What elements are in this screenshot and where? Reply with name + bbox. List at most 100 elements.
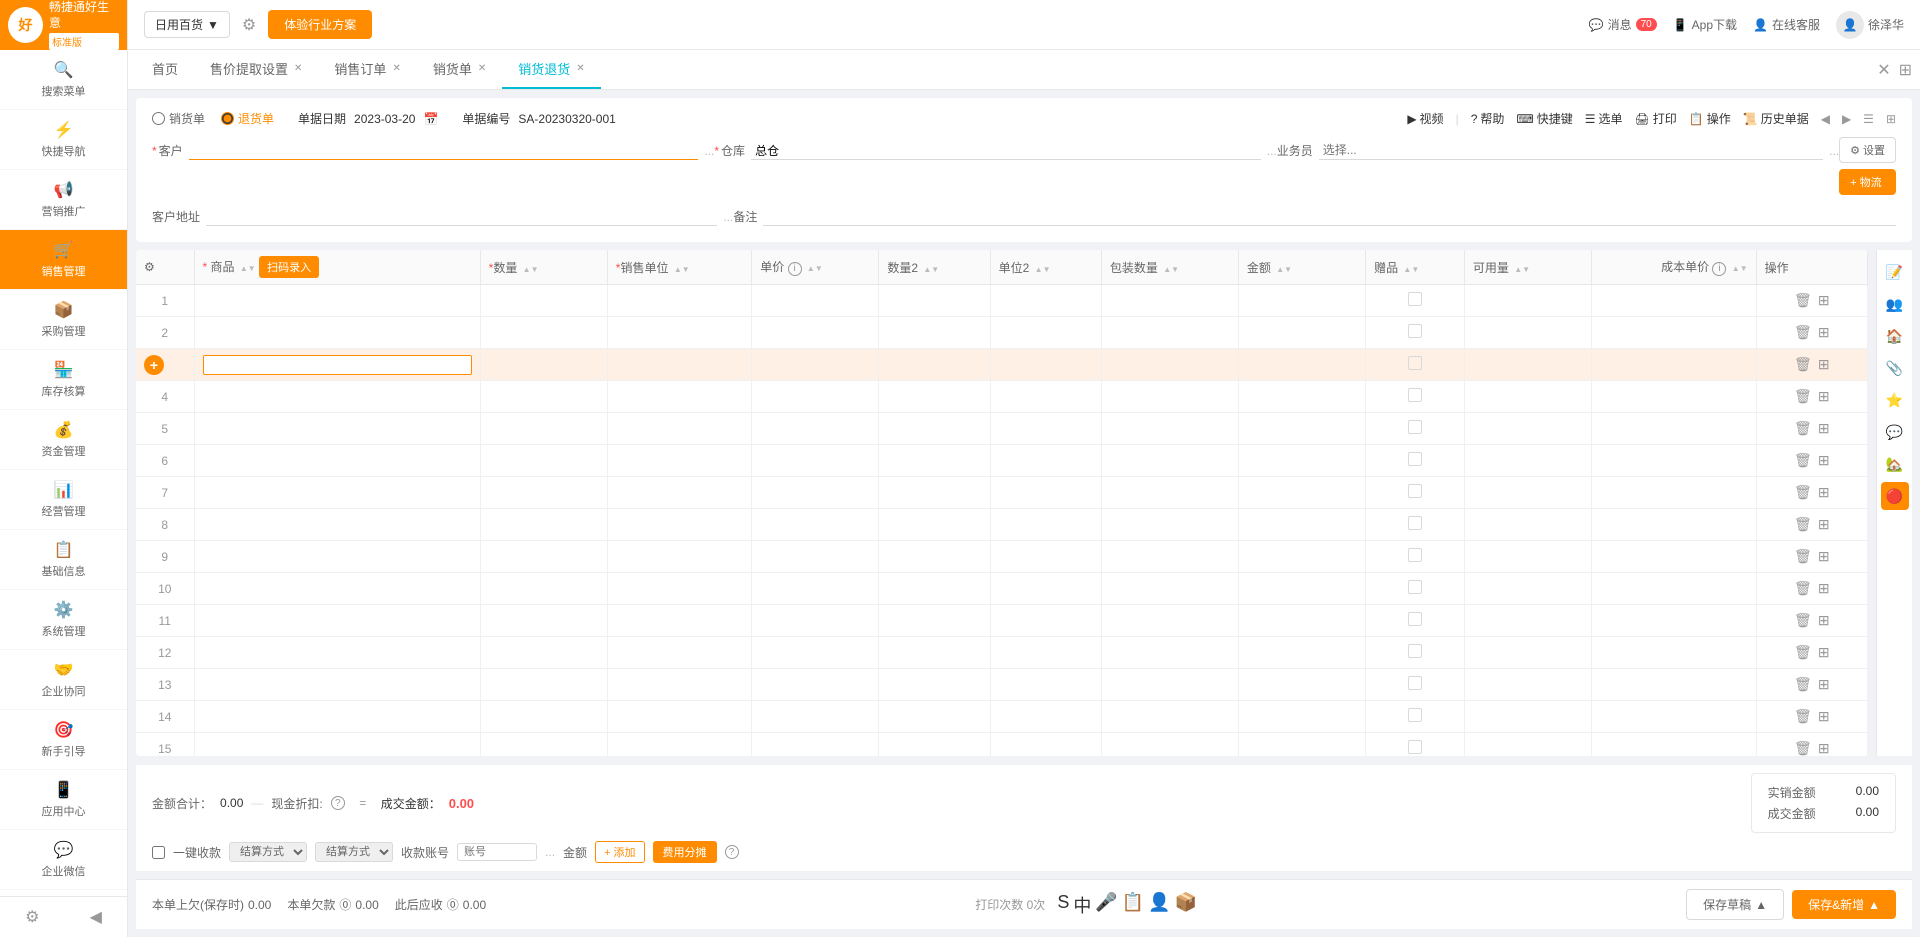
nav-prev-icon[interactable]: ◀	[1821, 112, 1830, 126]
tab-sale-order[interactable]: 销售订单 ✕	[318, 50, 416, 89]
app-download-btn[interactable]: 📱 App下载	[1673, 16, 1737, 33]
calendar-icon[interactable]: 📅	[423, 112, 438, 126]
delete-row-13-btn[interactable]: 🗑	[1794, 676, 1812, 693]
qty-sort-icon[interactable]: ▲▼	[523, 266, 539, 274]
warehouse-input[interactable]	[751, 141, 1261, 160]
bottom-icon-2[interactable]: 中	[1073, 892, 1091, 918]
goods-sort-icon[interactable]: ▲▼	[240, 265, 256, 273]
topbar-gear-icon[interactable]: ⚙	[238, 11, 260, 39]
delete-row-11-btn[interactable]: 🗑	[1794, 612, 1812, 629]
view-list-icon[interactable]: ☰	[1863, 112, 1874, 126]
account-input[interactable]	[457, 843, 537, 861]
unit2-sort-icon[interactable]: ▲▼	[1035, 266, 1051, 274]
staff-picker-btn[interactable]: ...	[1829, 144, 1839, 158]
tab-sale-delivery[interactable]: 销货单 ✕	[417, 50, 502, 89]
tab-expand-btn[interactable]: ⊞	[1899, 60, 1912, 80]
available-sort-icon[interactable]: ▲▼	[1514, 266, 1530, 274]
radio-sale-input[interactable]	[152, 112, 165, 125]
gift-checkbox-1[interactable]	[1408, 292, 1422, 306]
copy-row-12-btn[interactable]: ⊞	[1818, 644, 1830, 661]
gift-checkbox-11[interactable]	[1408, 612, 1422, 626]
bottom-icon-6[interactable]: 📦	[1175, 892, 1197, 918]
settings-btn[interactable]: ⚙ 设置	[1839, 137, 1896, 163]
copy-row-14-btn[interactable]: ⊞	[1818, 708, 1830, 725]
copy-row-8-btn[interactable]: ⊞	[1818, 516, 1830, 533]
draft-dropdown-icon[interactable]: ▲	[1755, 898, 1767, 912]
logistics-btn[interactable]: + 物流	[1839, 169, 1896, 195]
radio-sale[interactable]: 销货单	[152, 110, 205, 127]
settle-method-select[interactable]: 结算方式	[229, 842, 307, 862]
sidebar-item-wechat[interactable]: 💬 企业微信	[0, 830, 127, 890]
sidebar-item-system[interactable]: ⚙️ 系统管理	[0, 590, 127, 650]
message-btn[interactable]: 💬 消息 70	[1589, 16, 1657, 33]
warehouse-picker-btn[interactable]: ...	[1267, 144, 1277, 158]
scan-btn[interactable]: 扫码录入	[259, 256, 319, 278]
copy-row-13-btn[interactable]: ⊞	[1818, 676, 1830, 693]
staff-input[interactable]	[1319, 141, 1823, 160]
packqty-sort-icon[interactable]: ▲▼	[1163, 266, 1179, 274]
sidebar-collapse-btn[interactable]: ◀	[90, 907, 102, 927]
online-service-btn[interactable]: 👤 在线客服	[1753, 16, 1820, 33]
industry-select[interactable]: 日用百货 ▼	[144, 11, 230, 38]
delete-row-2-btn[interactable]: 🗑	[1794, 324, 1812, 341]
sidebar-item-sales[interactable]: 🛒 销售管理	[0, 230, 127, 290]
address-input[interactable]	[206, 207, 717, 226]
gift-checkbox-4[interactable]	[1408, 388, 1422, 402]
bottom-icon-4[interactable]: 📋	[1122, 892, 1144, 918]
right-panel-btn-1[interactable]: 📝	[1881, 258, 1909, 286]
amount-sort-icon[interactable]: ▲▼	[1276, 266, 1292, 274]
delete-row-10-btn[interactable]: 🗑	[1794, 580, 1812, 597]
calc-method-select[interactable]: 结算方式	[315, 842, 393, 862]
gift-checkbox-10[interactable]	[1408, 580, 1422, 594]
toolbar-help[interactable]: ? 帮助	[1471, 110, 1505, 127]
sidebar-item-coop[interactable]: 🤝 企业协同	[0, 650, 127, 710]
copy-row-6-btn[interactable]: ⊞	[1818, 452, 1830, 469]
delete-row-4-btn[interactable]: 🗑	[1794, 388, 1812, 405]
cost-price-info-icon[interactable]: i	[1712, 262, 1726, 276]
right-panel-btn-5[interactable]: ⭐	[1881, 386, 1909, 414]
gift-checkbox-6[interactable]	[1408, 452, 1422, 466]
sidebar-settings-btn[interactable]: ⚙	[25, 907, 39, 927]
toolbar-operation[interactable]: 📋 操作	[1689, 110, 1731, 127]
right-panel-btn-8[interactable]: 🔴	[1881, 482, 1909, 510]
delete-row-9-btn[interactable]: 🗑	[1794, 548, 1812, 565]
qty2-sort-icon[interactable]: ▲▼	[923, 266, 939, 274]
address-picker-btn[interactable]: ...	[723, 210, 733, 224]
expense-help-icon[interactable]: ?	[725, 845, 739, 859]
customer-picker-btn[interactable]: ...	[704, 144, 714, 158]
sidebar-item-basic[interactable]: 📋 基础信息	[0, 530, 127, 590]
sidebar-item-finance[interactable]: 💰 资金管理	[0, 410, 127, 470]
customer-input[interactable]	[189, 141, 699, 160]
toolbar-select[interactable]: ☰ 选单	[1585, 110, 1623, 127]
delete-row-14-btn[interactable]: 🗑	[1794, 708, 1812, 725]
gift-checkbox-13[interactable]	[1408, 676, 1422, 690]
tab-close-sale-return[interactable]: ✕	[576, 63, 584, 74]
gift-checkbox-8[interactable]	[1408, 516, 1422, 530]
gift-checkbox-9[interactable]	[1408, 548, 1422, 562]
tab-close-sale-delivery[interactable]: ✕	[478, 63, 486, 74]
toolbar-history[interactable]: 📜 历史单据	[1743, 110, 1809, 127]
bottom-icon-3[interactable]: 🎤	[1095, 892, 1117, 918]
gift-checkbox-12[interactable]	[1408, 644, 1422, 658]
gift-checkbox-2[interactable]	[1408, 324, 1422, 338]
toolbar-video[interactable]: ▶ 视频	[1407, 110, 1443, 127]
remark-input[interactable]	[763, 207, 1896, 226]
costprice-sort-icon[interactable]: ▲▼	[1732, 265, 1748, 273]
copy-row-2-btn[interactable]: ⊞	[1818, 324, 1830, 341]
gift-checkbox-3[interactable]	[1408, 356, 1422, 370]
sidebar-item-marketing[interactable]: 📢 营销推广	[0, 170, 127, 230]
view-grid-icon[interactable]: ⊞	[1886, 112, 1896, 126]
right-panel-btn-3[interactable]: 🏠	[1881, 322, 1909, 350]
one-click-payment-checkbox[interactable]	[152, 846, 165, 859]
user-profile-btn[interactable]: 👤 徐泽华	[1836, 11, 1904, 39]
sidebar-item-operation[interactable]: 📊 经营管理	[0, 470, 127, 530]
toolbar-print[interactable]: 🖨 打印	[1635, 110, 1677, 127]
copy-row-15-btn[interactable]: ⊞	[1818, 740, 1830, 756]
unit-price-info-icon[interactable]: i	[788, 262, 802, 276]
gift-checkbox-14[interactable]	[1408, 708, 1422, 722]
expense-btn[interactable]: 费用分摊	[653, 841, 717, 863]
delete-row-7-btn[interactable]: 🗑	[1794, 484, 1812, 501]
sidebar-item-shortcut[interactable]: ⚡ 快捷导航	[0, 110, 127, 170]
delete-row-15-btn[interactable]: 🗑	[1794, 740, 1812, 756]
account-picker-btn[interactable]: ...	[545, 845, 555, 859]
